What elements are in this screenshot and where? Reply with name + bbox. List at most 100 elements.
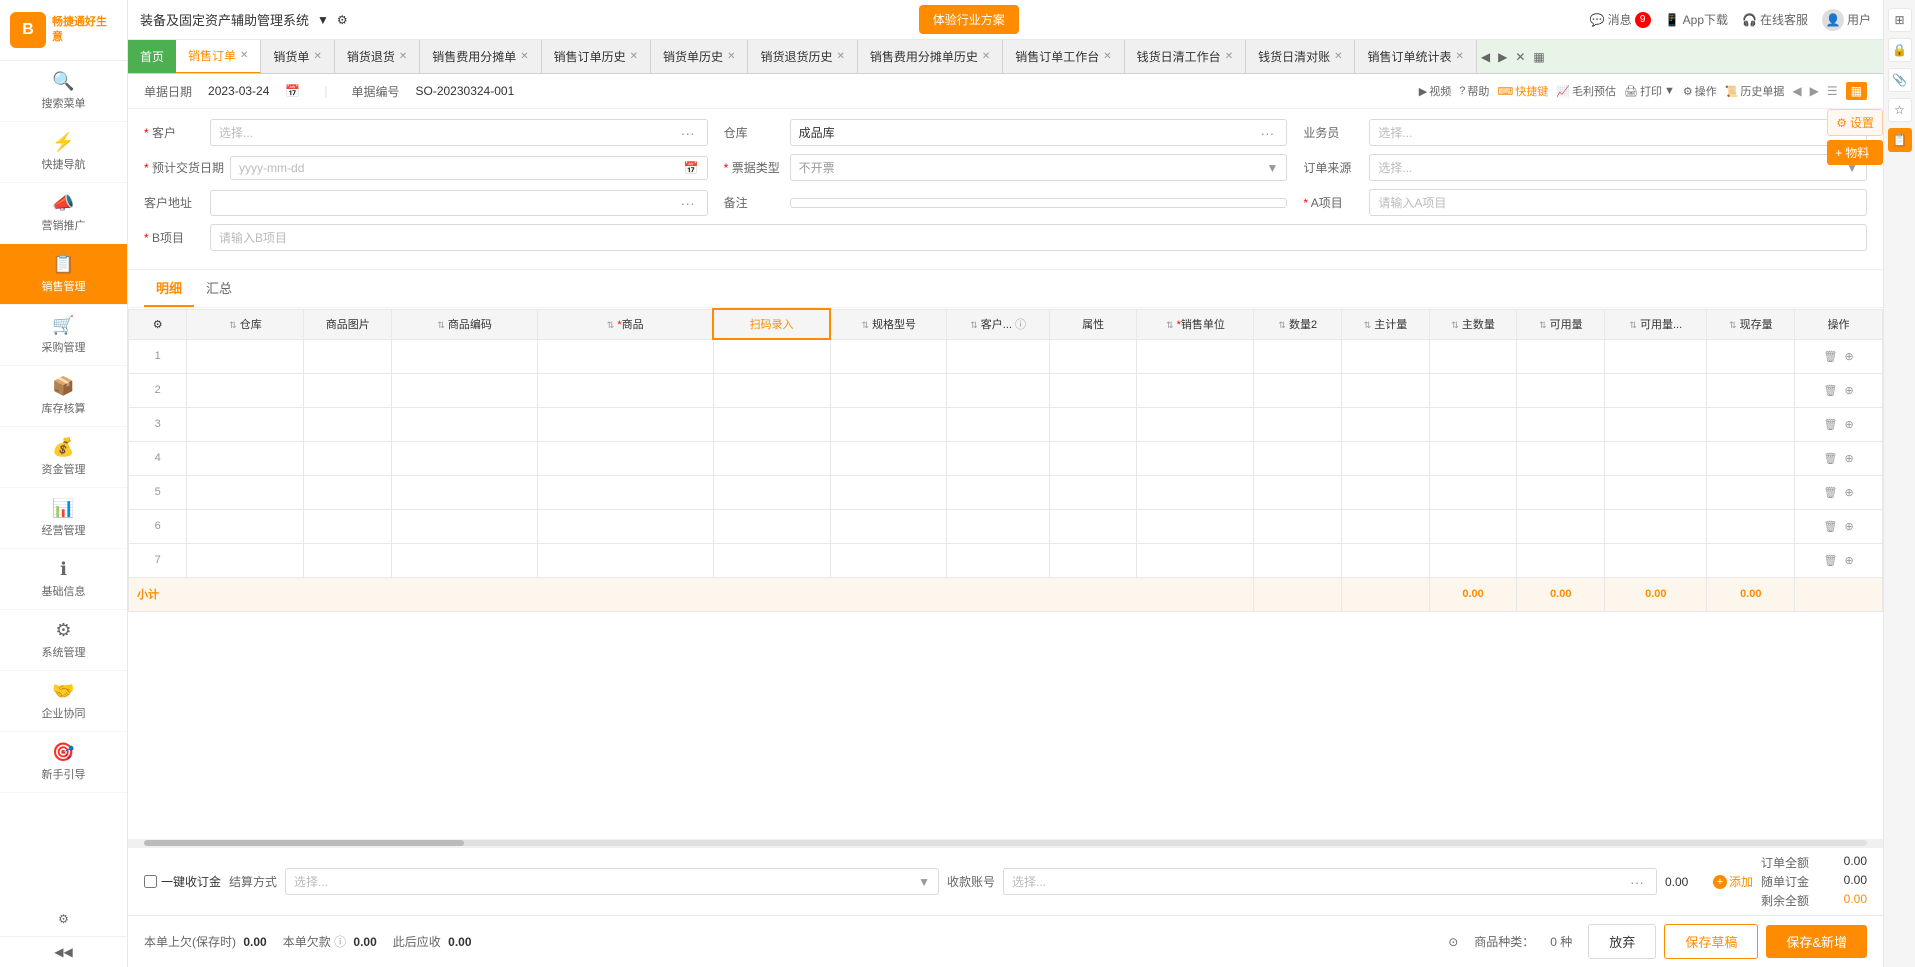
row-delete-icon[interactable]: 🗑 xyxy=(1823,419,1837,431)
nav-prev-icon[interactable]: ◀ xyxy=(1792,84,1801,98)
sidebar-item-marketing[interactable]: 📣 营销推广 xyxy=(0,183,127,244)
col-settings-header[interactable]: ⚙ xyxy=(129,309,187,339)
right-panel-btn-5[interactable]: 📋 xyxy=(1888,128,1912,152)
warehouse-input[interactable]: 成品库 ··· xyxy=(790,119,1288,146)
sidebar-item-purchase[interactable]: 🛒 采购管理 xyxy=(0,305,127,366)
tab-stats[interactable]: 销售订单统计表 ✕ xyxy=(1355,40,1476,74)
row-avail-cell[interactable] xyxy=(1517,475,1605,509)
tab-order-history[interactable]: 销售订单历史 ✕ xyxy=(542,40,651,74)
row-copy-icon[interactable]: ⊕ xyxy=(1844,555,1853,567)
row-warehouse-cell[interactable] xyxy=(187,339,304,373)
row-spec-cell[interactable] xyxy=(830,441,947,475)
quick-settle-checkbox-input[interactable] xyxy=(144,875,157,888)
row-product-cell[interactable] xyxy=(538,441,713,475)
row-main-unit-cell[interactable] xyxy=(1342,441,1430,475)
add-material-button[interactable]: + 物料 xyxy=(1827,140,1883,165)
row-custom-cell[interactable] xyxy=(947,339,1049,373)
user-btn[interactable]: 👤 用户 xyxy=(1822,9,1871,31)
row-custom-cell[interactable] xyxy=(947,543,1049,577)
tab-close-icon[interactable]: ✕ xyxy=(1225,51,1233,62)
right-panel-btn-3[interactable]: 📎 xyxy=(1888,68,1912,92)
row-attr-cell[interactable] xyxy=(1049,373,1137,407)
row-unit-cell[interactable] xyxy=(1137,373,1254,407)
row-main-unit-cell[interactable] xyxy=(1342,339,1430,373)
setup-button[interactable]: ⚙ 设置 xyxy=(1827,109,1883,136)
row-avail2-cell[interactable] xyxy=(1605,407,1707,441)
row-code-cell[interactable] xyxy=(392,475,538,509)
row-product-cell[interactable] xyxy=(538,509,713,543)
tab-sales-goods[interactable]: 销货单 ✕ xyxy=(261,40,334,74)
shortcut-btn[interactable]: ⌨ 快捷键 xyxy=(1497,83,1548,99)
row-stock-cell[interactable] xyxy=(1707,441,1795,475)
tab-close-icon[interactable]: ✕ xyxy=(399,51,407,62)
sidebar-item-system[interactable]: ⚙ 系统管理 xyxy=(0,610,127,671)
row-code-cell[interactable] xyxy=(392,509,538,543)
tab-close-icon[interactable]: ✕ xyxy=(1334,51,1342,62)
row-warehouse-cell[interactable] xyxy=(187,543,304,577)
sidebar-settings-btn[interactable]: ⚙ xyxy=(0,902,127,936)
address-more-icon[interactable]: ··· xyxy=(677,195,699,211)
order-source-select[interactable]: 选择... ▼ xyxy=(1369,154,1867,181)
row-delete-icon[interactable]: 🗑 xyxy=(1823,487,1837,499)
row-custom-cell[interactable] xyxy=(947,509,1049,543)
row-attr-cell[interactable] xyxy=(1049,441,1137,475)
row-spec-cell[interactable] xyxy=(830,339,947,373)
invoice-type-select[interactable]: 不开票 ▼ xyxy=(790,154,1288,181)
view-video-btn[interactable]: ▶ 视频 xyxy=(1419,83,1451,99)
print-btn[interactable]: 🖨 打印 ▼ xyxy=(1624,83,1675,99)
sidebar-item-enterprise[interactable]: 🤝 企业协同 xyxy=(0,671,127,732)
tab-detail[interactable]: 明细 xyxy=(144,270,194,307)
a-project-input[interactable]: 请输入A项目 xyxy=(1369,189,1867,216)
row-unit-cell[interactable] xyxy=(1137,543,1254,577)
tab-next-btn[interactable]: ▶ xyxy=(1494,50,1511,64)
row-attr-cell[interactable] xyxy=(1049,407,1137,441)
row-main-unit-cell[interactable] xyxy=(1342,475,1430,509)
row-avail-cell[interactable] xyxy=(1517,407,1605,441)
row-unit-cell[interactable] xyxy=(1137,475,1254,509)
row-qty2-cell[interactable] xyxy=(1254,407,1342,441)
row-spec-cell[interactable] xyxy=(830,373,947,407)
row-copy-icon[interactable]: ⊕ xyxy=(1844,487,1853,499)
row-spec-cell[interactable] xyxy=(830,407,947,441)
delivery-date-input[interactable]: yyyy-mm-dd 📅 xyxy=(230,156,708,180)
salesperson-input[interactable]: 选择... ··· xyxy=(1369,119,1867,146)
account-more-icon[interactable]: ··· xyxy=(1626,874,1648,890)
row-product-cell[interactable] xyxy=(538,543,713,577)
row-spec-cell[interactable] xyxy=(830,475,947,509)
row-unit-cell[interactable] xyxy=(1137,441,1254,475)
add-row-btn[interactable]: + 添加 xyxy=(1713,873,1753,890)
row-spec-cell[interactable] xyxy=(830,543,947,577)
row-copy-icon[interactable]: ⊕ xyxy=(1844,521,1853,533)
customer-input[interactable]: 选择... ··· xyxy=(210,119,708,146)
row-qty2-cell[interactable] xyxy=(1254,441,1342,475)
tab-close-all-btn[interactable]: ✕ xyxy=(1511,50,1529,64)
row-copy-icon[interactable]: ⊕ xyxy=(1844,351,1853,363)
row-delete-icon[interactable]: 🗑 xyxy=(1823,555,1837,567)
tab-goods-history[interactable]: 销货单历史 ✕ xyxy=(651,40,748,74)
row-stock-cell[interactable] xyxy=(1707,339,1795,373)
account-select[interactable]: 选择... ··· xyxy=(1003,868,1657,895)
row-delete-icon[interactable]: 🗑 xyxy=(1823,351,1837,363)
row-main-qty-cell[interactable] xyxy=(1429,441,1517,475)
row-unit-cell[interactable] xyxy=(1137,339,1254,373)
row-warehouse-cell[interactable] xyxy=(187,373,304,407)
row-qty2-cell[interactable] xyxy=(1254,373,1342,407)
message-btn[interactable]: 💬 消息 9 xyxy=(1590,11,1651,28)
row-avail-cell[interactable] xyxy=(1517,373,1605,407)
sidebar-item-management[interactable]: 📊 经营管理 xyxy=(0,488,127,549)
tab-home[interactable]: 首页 xyxy=(128,40,176,74)
settle-method-select[interactable]: 选择... ▼ xyxy=(285,868,939,895)
row-product-cell[interactable] xyxy=(538,373,713,407)
list-view-icon[interactable]: ☰ xyxy=(1827,84,1838,98)
row-main-unit-cell[interactable] xyxy=(1342,373,1430,407)
row-code-cell[interactable] xyxy=(392,543,538,577)
tab-sales-order[interactable]: 销售订单 ✕ xyxy=(176,40,261,74)
warehouse-more-icon[interactable]: ··· xyxy=(1256,125,1278,141)
row-stock-cell[interactable] xyxy=(1707,509,1795,543)
b-project-input[interactable]: 请输入B项目 xyxy=(210,224,1867,251)
row-copy-icon[interactable]: ⊕ xyxy=(1844,419,1853,431)
row-qty2-cell[interactable] xyxy=(1254,475,1342,509)
tab-close-icon[interactable]: ✕ xyxy=(313,51,321,62)
row-stock-cell[interactable] xyxy=(1707,543,1795,577)
row-warehouse-cell[interactable] xyxy=(187,407,304,441)
